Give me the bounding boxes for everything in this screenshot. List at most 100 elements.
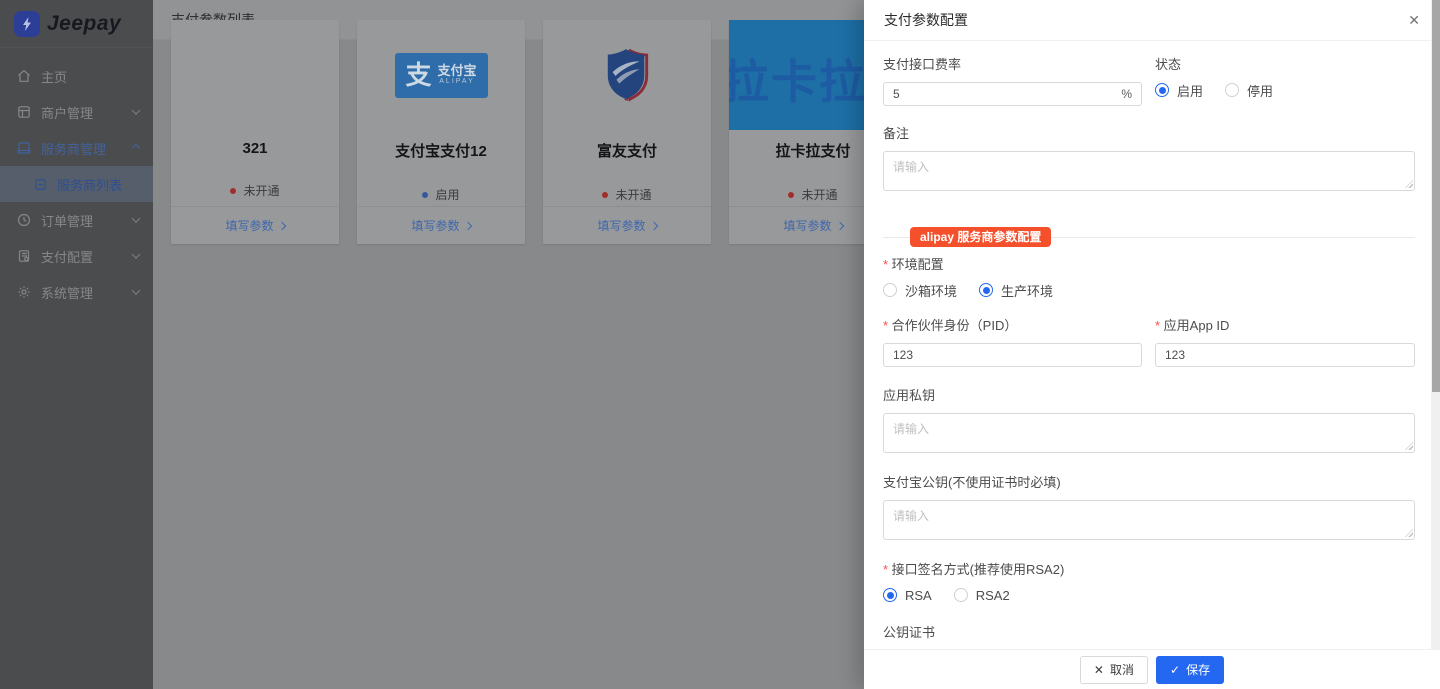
close-icon: ✕ — [1093, 662, 1104, 677]
appid-label: 应用App ID — [1155, 318, 1415, 334]
fuyou-shield-logo — [607, 48, 649, 102]
alipay-section-badge: alipay 服务商参数配置 — [910, 227, 1052, 247]
public-key-label: 支付宝公钥(不使用证书时必填) — [883, 475, 1061, 490]
radio-unchecked-icon — [953, 588, 968, 602]
drawer-title: 支付参数配置 — [884, 12, 968, 28]
appid-input-box — [1155, 343, 1415, 367]
check-icon: ✓ — [1170, 662, 1181, 677]
radio-env-production[interactable]: 生产环境 — [979, 281, 1053, 300]
rate-input[interactable] — [893, 87, 1116, 101]
status-label: 未开通 — [615, 188, 652, 202]
alipay-en-label: ALIPAY — [439, 78, 475, 86]
shop-icon — [18, 106, 30, 118]
home-icon — [18, 69, 30, 82]
env-radio-group: 沙箱环境 生产环境 — [883, 281, 1415, 300]
provider-title: 富友支付 — [596, 143, 657, 160]
percent-suffix: % — [1121, 87, 1132, 101]
drawer-scrollbar[interactable] — [1431, 0, 1440, 649]
cert-label: 公钥证书 — [883, 625, 936, 640]
fill-params-label: 填写参数 — [783, 219, 832, 233]
sidebar-item-pay-config[interactable]: 支付配置 — [0, 238, 153, 274]
status-badge: 启用 — [357, 186, 525, 203]
payment-config-drawer: 支付参数配置 ✕ 支付接口费率 % 状态 启用 — [864, 0, 1440, 689]
pid-label: 合作伙伴身份（PID） — [883, 318, 1142, 334]
drawer-body: 支付接口费率 % 状态 启用 停用 — [864, 41, 1440, 649]
status-label: 启用 — [435, 188, 460, 202]
remark-textarea-wrap — [883, 151, 1415, 191]
provider-card-alipay[interactable]: 支 支付宝 ALIPAY 支付宝支付12 启用 填写参数 — [357, 20, 525, 244]
fill-params-label: 填写参数 — [597, 219, 646, 233]
cancel-button[interactable]: ✕ 取消 — [1079, 655, 1148, 684]
radio-unchecked-icon — [883, 283, 897, 297]
sidebar-item-provider-mgmt[interactable]: 服务商管理 — [0, 130, 153, 166]
save-label: 保存 — [1186, 663, 1211, 677]
close-icon[interactable]: ✕ — [1408, 13, 1420, 27]
sidebar-item-label: 商户管理 — [41, 105, 94, 121]
app-logo-text: Jeepay — [47, 11, 122, 35]
sidebar-item-label: 支付配置 — [41, 249, 94, 265]
provider-card-list: 321 未开通 填写参数 支 支付宝 ALIPAY 支付宝支付12 启用 填写参… — [171, 20, 897, 244]
section-divider: alipay 服务商参数配置 — [883, 227, 1415, 247]
drawer-header: 支付参数配置 ✕ — [864, 0, 1440, 41]
fill-params-button[interactable]: 填写参数 — [543, 206, 711, 244]
remark-textarea[interactable] — [883, 151, 1415, 191]
chevron-up-icon — [131, 143, 141, 153]
alipay-glyph: 支 — [405, 60, 432, 90]
pid-input[interactable] — [893, 348, 1132, 362]
status-dot-icon — [788, 191, 795, 198]
provider-title: 321 — [242, 140, 268, 157]
app-logo[interactable]: Jeepay — [0, 0, 153, 48]
sidebar: Jeepay 主页 商户管理 服务商管理 服务商列表 订单管理 支付配置 系统管… — [0, 0, 153, 689]
sidebar-item-provider-list[interactable]: 服务商列表 — [0, 166, 153, 202]
private-key-label: 应用私钥 — [883, 388, 936, 403]
cancel-label: 取消 — [1109, 663, 1134, 677]
pay-config-icon — [18, 250, 30, 262]
chevron-right-icon — [463, 221, 472, 230]
alipay-logo: 支 支付宝 ALIPAY — [394, 52, 488, 98]
provider-title: 支付宝支付12 — [395, 143, 487, 160]
rate-input-box: % — [883, 82, 1142, 106]
radio-env-sandbox[interactable]: 沙箱环境 — [883, 281, 957, 300]
appid-input[interactable] — [1165, 348, 1405, 362]
private-key-textarea-wrap — [883, 413, 1415, 453]
provider-card-fuyou[interactable]: 富友支付 未开通 填写参数 — [543, 20, 711, 244]
radio-sign-rsa2[interactable]: RSA2 — [953, 588, 1010, 603]
status-badge: 未开通 — [543, 186, 711, 203]
chevron-right-icon — [835, 221, 844, 230]
status-label: 未开通 — [243, 184, 280, 198]
list-icon — [35, 178, 46, 190]
sign-type-label: 接口签名方式(推荐使用RSA2) — [883, 562, 1415, 578]
chevron-right-icon — [277, 221, 286, 230]
fill-params-button[interactable]: 填写参数 — [357, 206, 525, 244]
chevron-down-icon — [131, 286, 141, 295]
scrollbar-thumb[interactable] — [1432, 0, 1440, 392]
status-radio-group: 启用 停用 — [1155, 81, 1415, 100]
radio-checked-icon — [883, 588, 897, 602]
radio-status-disabled[interactable]: 停用 — [1225, 81, 1273, 100]
sidebar-item-home[interactable]: 主页 — [0, 58, 153, 94]
provider-card-321[interactable]: 321 未开通 填写参数 — [171, 20, 339, 244]
save-button[interactable]: ✓ 保存 — [1156, 655, 1225, 684]
jeepay-logo-icon — [14, 10, 40, 37]
remark-label: 备注 — [883, 126, 910, 141]
radio-unchecked-icon — [1225, 83, 1240, 97]
sidebar-item-merchant-mgmt[interactable]: 商户管理 — [0, 94, 153, 130]
public-key-textarea[interactable] — [883, 500, 1415, 540]
sidebar-item-label: 主页 — [41, 69, 68, 85]
radio-status-enabled[interactable]: 启用 — [1155, 81, 1203, 100]
sidebar-item-label: 系统管理 — [41, 285, 94, 301]
rate-label: 支付接口费率 — [883, 57, 962, 72]
private-key-textarea[interactable] — [883, 413, 1415, 453]
sidebar-item-system-mgmt[interactable]: 系统管理 — [0, 274, 153, 310]
fill-params-label: 填写参数 — [411, 219, 460, 233]
radio-sign-rsa[interactable]: RSA — [883, 588, 932, 603]
status-badge: 未开通 — [171, 182, 339, 199]
radio-checked-icon — [1155, 83, 1169, 97]
lakala-banner-text: 拉卡拉 — [729, 56, 867, 108]
sidebar-item-order-mgmt[interactable]: 订单管理 — [0, 202, 153, 238]
fill-params-button[interactable]: 填写参数 — [171, 206, 339, 244]
status-dot-icon — [602, 191, 609, 198]
sidebar-item-label: 服务商管理 — [41, 141, 107, 157]
chevron-down-icon — [131, 214, 141, 223]
sidebar-item-label: 服务商列表 — [57, 177, 123, 193]
